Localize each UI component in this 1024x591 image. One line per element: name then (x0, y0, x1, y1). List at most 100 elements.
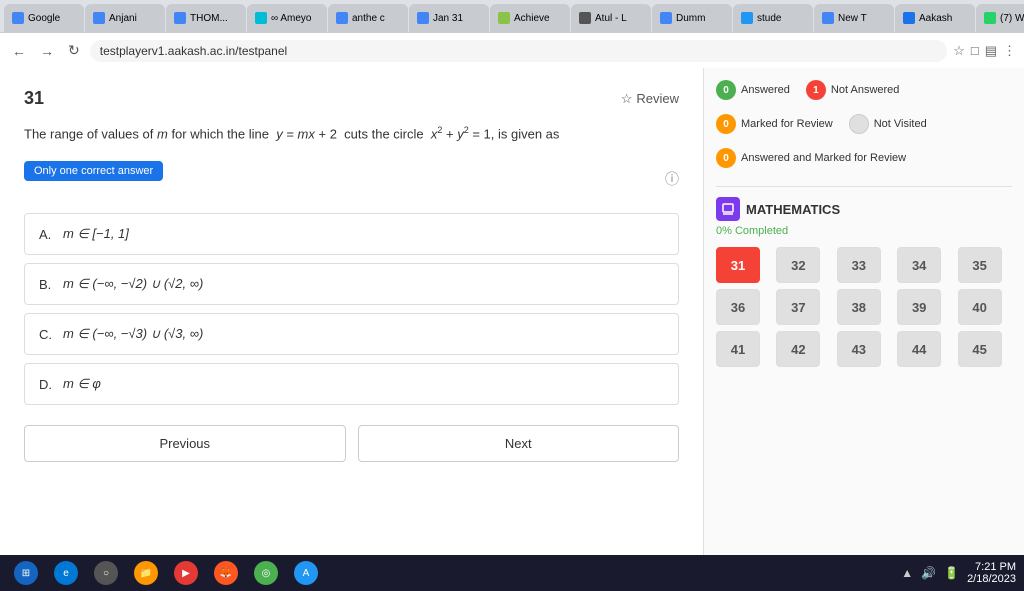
question-grid-btn-41[interactable]: 41 (716, 331, 760, 367)
question-grid-btn-36[interactable]: 36 (716, 289, 760, 325)
question-grid-btn-38[interactable]: 38 (837, 289, 881, 325)
progress-text: 0% Completed (716, 225, 1012, 237)
tab-label: ∞ Ameyo (271, 13, 311, 24)
option-a[interactable]: A. m ∈ [−1, 1] (24, 213, 679, 255)
profile-icon[interactable]: □ (971, 43, 979, 58)
tab-anthe[interactable]: anthe c (328, 4, 408, 32)
tab-label: New T (838, 13, 867, 24)
legend-not-visited: Not Visited (849, 114, 927, 134)
not-answered-badge: 1 (806, 80, 826, 100)
tab-label: Jan 31 (433, 13, 463, 24)
question-panel: 31 ☆ Review The range of values of m for… (0, 68, 704, 555)
legend-answered: 0 Answered (716, 80, 790, 100)
tab-atul[interactable]: Atul - L (571, 4, 651, 32)
previous-button[interactable]: Previous (24, 425, 346, 462)
right-panel: 0 Answered 1 Not Answered 0 (704, 68, 1024, 555)
taskbar-edge[interactable]: e (48, 558, 84, 588)
question-grid: 31 32 33 34 35 36 37 38 39 40 41 42 43 4… (716, 247, 1012, 367)
answered-badge: 0 (716, 80, 736, 100)
tab-label: (7) Wh (1000, 13, 1024, 24)
question-grid-btn-33[interactable]: 33 (837, 247, 881, 283)
media-icon: ▶ (174, 561, 198, 585)
tab-thom[interactable]: THOM... (166, 4, 246, 32)
tab-ameyo[interactable]: ∞ Ameyo (247, 4, 327, 32)
option-b[interactable]: B. m ∈ (−∞, −√2) ∪ (√2, ∞) (24, 263, 679, 305)
app1-icon: A (294, 561, 318, 585)
legend: 0 Answered 1 Not Answered 0 (716, 80, 1012, 174)
taskbar-search[interactable]: ○ (88, 558, 124, 588)
tab-label: Atul - L (595, 13, 627, 24)
legend-row-2: 0 Marked for Review Not Visited (716, 114, 927, 134)
tab-label: stude (757, 13, 781, 24)
question-text: The range of values of m for which the l… (24, 123, 679, 145)
not-visited-badge (849, 114, 869, 134)
taskbar-media[interactable]: ▶ (168, 558, 204, 588)
taskbar-chrome[interactable]: ◎ (248, 558, 284, 588)
tab-dummy[interactable]: Dumm (652, 4, 732, 32)
tab-google[interactable]: Google (4, 4, 84, 32)
question-grid-btn-32[interactable]: 32 (776, 247, 820, 283)
tab-aakash[interactable]: Aakash (895, 4, 975, 32)
tab-new-tab[interactable]: New T (814, 4, 894, 32)
question-grid-btn-44[interactable]: 44 (897, 331, 941, 367)
tab-anjani[interactable]: Anjani (85, 4, 165, 32)
tab-favicon (660, 12, 672, 24)
address-bar-icons: ☆ □ ▤ ⋮ (953, 43, 1016, 59)
tab-achieve[interactable]: Achieve (490, 4, 570, 32)
taskbar-app1[interactable]: A (288, 558, 324, 588)
question-grid-btn-35[interactable]: 35 (958, 247, 1002, 283)
bookmark-icon[interactable]: ☆ (953, 43, 965, 59)
question-grid-btn-31[interactable]: 31 (716, 247, 760, 283)
question-grid-btn-34[interactable]: 34 (897, 247, 941, 283)
tab-label: anthe c (352, 13, 385, 24)
back-button[interactable]: ← (8, 41, 30, 61)
search-icon: ○ (94, 561, 118, 585)
tab-favicon (174, 12, 186, 24)
marked-badge: 0 (716, 114, 736, 134)
windows-icon: ⊞ (14, 561, 38, 585)
tab-favicon (498, 12, 510, 24)
reload-button[interactable]: ↻ (64, 40, 84, 61)
option-label-b: B. (39, 277, 55, 292)
question-grid-btn-42[interactable]: 42 (776, 331, 820, 367)
option-text-a: m ∈ [−1, 1] (63, 226, 129, 242)
question-grid-btn-39[interactable]: 39 (897, 289, 941, 325)
subject-header: MATHEMATICS (716, 186, 1012, 221)
browser-window: Google Anjani THOM... ∞ Ameyo anthe c Ja… (0, 0, 1024, 591)
next-button[interactable]: Next (358, 425, 680, 462)
option-text-b: m ∈ (−∞, −√2) ∪ (√2, ∞) (63, 276, 203, 292)
question-grid-btn-45[interactable]: 45 (958, 331, 1002, 367)
review-button[interactable]: ☆ Review (621, 91, 679, 107)
subject-icon-svg (721, 202, 735, 216)
chrome-icon: ◎ (254, 561, 278, 585)
extension-icon[interactable]: ▤ (985, 43, 997, 59)
question-header: 31 ☆ Review (24, 88, 679, 109)
forward-button[interactable]: → (36, 41, 58, 61)
answered-marked-label: Answered and Marked for Review (741, 152, 906, 164)
subject-icon (716, 197, 740, 221)
tab-favicon (12, 12, 24, 24)
option-c[interactable]: C. m ∈ (−∞, −√3) ∪ (√3, ∞) (24, 313, 679, 355)
tab-student[interactable]: stude (733, 4, 813, 32)
option-label-c: C. (39, 327, 55, 342)
address-bar: ← → ↻ ☆ □ ▤ ⋮ (0, 32, 1024, 68)
question-grid-btn-40[interactable]: 40 (958, 289, 1002, 325)
option-d[interactable]: D. m ∈ φ (24, 363, 679, 405)
option-text-d: m ∈ φ (63, 376, 101, 392)
files-icon: 📁 (134, 561, 158, 585)
menu-icon[interactable]: ⋮ (1003, 43, 1016, 59)
question-grid-btn-43[interactable]: 43 (837, 331, 881, 367)
start-button[interactable]: ⊞ (8, 558, 44, 588)
question-grid-btn-37[interactable]: 37 (776, 289, 820, 325)
battery-icon: 🔋 (944, 566, 959, 580)
address-input[interactable] (90, 40, 947, 62)
marked-label: Marked for Review (741, 118, 833, 130)
firefox-icon: 🦊 (214, 561, 238, 585)
tab-whatsapp[interactable]: (7) Wh (976, 4, 1024, 32)
taskbar-firefox[interactable]: 🦊 (208, 558, 244, 588)
taskbar-files[interactable]: 📁 (128, 558, 164, 588)
tab-label: Achieve (514, 13, 550, 24)
tab-jan31[interactable]: Jan 31 (409, 4, 489, 32)
info-icon[interactable]: ⓘ (665, 169, 679, 189)
tab-label: Dumm (676, 13, 705, 24)
